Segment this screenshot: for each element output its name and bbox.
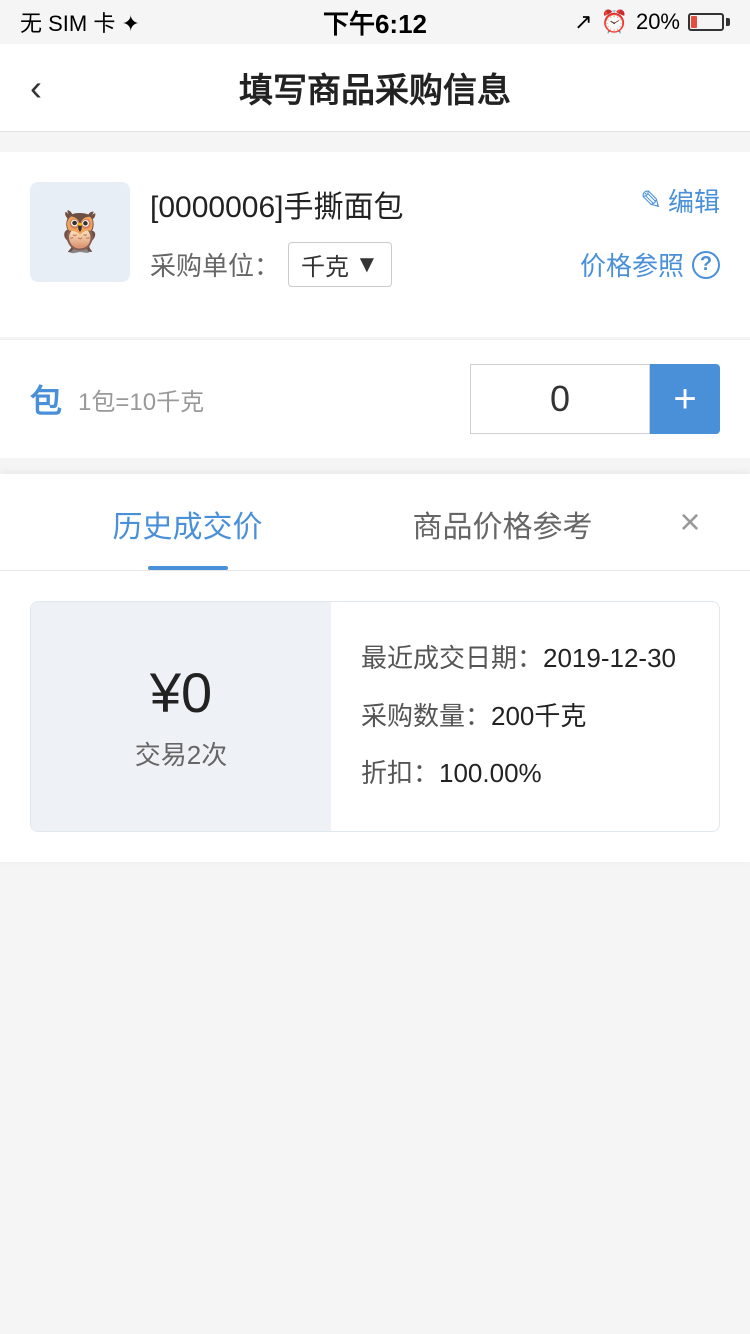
back-button[interactable]: ‹ <box>30 67 90 109</box>
close-panel-button[interactable]: × <box>660 492 720 552</box>
bao-ratio-label: 1包=10千克 <box>78 382 204 417</box>
currency-symbol: ¥ <box>150 661 181 724</box>
price-value: 0 <box>181 661 212 724</box>
product-logo: 🦉 <box>30 182 130 282</box>
recent-date-label: 最近成交日期： <box>361 643 543 673</box>
help-icon: ? <box>692 251 720 279</box>
quantity-plus-button[interactable]: + <box>650 364 720 434</box>
discount-row: 折扣：100.00% <box>361 753 689 795</box>
status-time: 下午6:12 <box>323 4 427 41</box>
edit-icon: ✎ <box>640 185 662 216</box>
price-reference-button[interactable]: 价格参照 ? <box>580 246 720 283</box>
location-icon: ↗ <box>574 9 592 35</box>
quantity-detail-label: 采购数量： <box>361 701 491 731</box>
price-card: ¥0 交易2次 最近成交日期：2019-12-30 采购数量：200千克 折扣：… <box>30 601 720 832</box>
edit-button[interactable]: ✎ 编辑 <box>640 182 720 219</box>
price-card-left: ¥0 交易2次 <box>31 602 331 831</box>
edit-label: 编辑 <box>668 182 720 219</box>
price-card-right: 最近成交日期：2019-12-30 采购数量：200千克 折扣：100.00% <box>331 602 719 831</box>
recent-date-row: 最近成交日期：2019-12-30 <box>361 638 689 680</box>
product-card: 🦉 [0000006]手撕面包 ✎ 编辑 采购单位： 千克 ▼ <box>0 152 750 337</box>
status-bar: 无 SIM 卡 ✦ 下午6:12 ↗ ⏰ 20% <box>0 0 750 44</box>
product-unit-row: 采购单位： 千克 ▼ 价格参照 ? <box>150 242 720 287</box>
tab-history-price[interactable]: 历史成交价 <box>30 474 345 570</box>
dropdown-arrow-icon: ▼ <box>355 251 379 279</box>
discount-label: 折扣： <box>361 758 439 788</box>
status-right: ↗ ⏰ 20% <box>574 9 730 35</box>
quantity-row: 采购数量：200千克 <box>361 696 689 738</box>
tab-price-reference[interactable]: 商品价格参考 <box>345 474 660 570</box>
page-title: 填写商品采购信息 <box>239 63 511 112</box>
price-amount: ¥0 <box>150 660 212 725</box>
sim-label: 无 SIM 卡 ✦ <box>20 6 140 38</box>
alarm-icon: ⏰ <box>601 9 628 35</box>
quantity-input[interactable] <box>470 364 650 434</box>
unit-dropdown[interactable]: 千克 ▼ <box>288 242 392 287</box>
recent-date-value: 2019-12-30 <box>543 643 676 673</box>
quantity-section: 包 1包=10千克 + <box>0 339 750 458</box>
battery-percent: 20% <box>636 9 680 35</box>
bao-unit-char: 包 <box>30 376 62 422</box>
quantity-detail-value: 200千克 <box>491 701 586 731</box>
quantity-input-group: + <box>470 364 720 434</box>
status-left: 无 SIM 卡 ✦ <box>20 6 140 38</box>
price-ref-label: 价格参照 <box>580 246 684 283</box>
product-name-row: [0000006]手撕面包 ✎ 编辑 <box>150 182 720 226</box>
unit-value: 千克 <box>301 247 349 282</box>
discount-value: 100.00% <box>439 758 542 788</box>
unit-label: 采购单位： <box>150 246 280 283</box>
price-card-container: ¥0 交易2次 最近成交日期：2019-12-30 采购数量：200千克 折扣：… <box>0 571 750 862</box>
owl-icon: 🦉 <box>55 212 105 252</box>
nav-bar: ‹ 填写商品采购信息 <box>0 44 750 132</box>
tabs: 历史成交价 商品价格参考 × <box>0 474 750 571</box>
quantity-label: 包 1包=10千克 <box>30 376 204 422</box>
bottom-panel: 历史成交价 商品价格参考 × ¥0 交易2次 最近成交日期：2019-12-30… <box>0 474 750 862</box>
transaction-count: 交易2次 <box>135 735 227 772</box>
battery-indicator <box>688 13 730 31</box>
product-header: 🦉 [0000006]手撕面包 ✎ 编辑 采购单位： 千克 ▼ <box>30 182 720 287</box>
product-info: [0000006]手撕面包 ✎ 编辑 采购单位： 千克 ▼ 价格参照 ? <box>150 182 720 287</box>
product-name: [0000006]手撕面包 <box>150 182 640 226</box>
